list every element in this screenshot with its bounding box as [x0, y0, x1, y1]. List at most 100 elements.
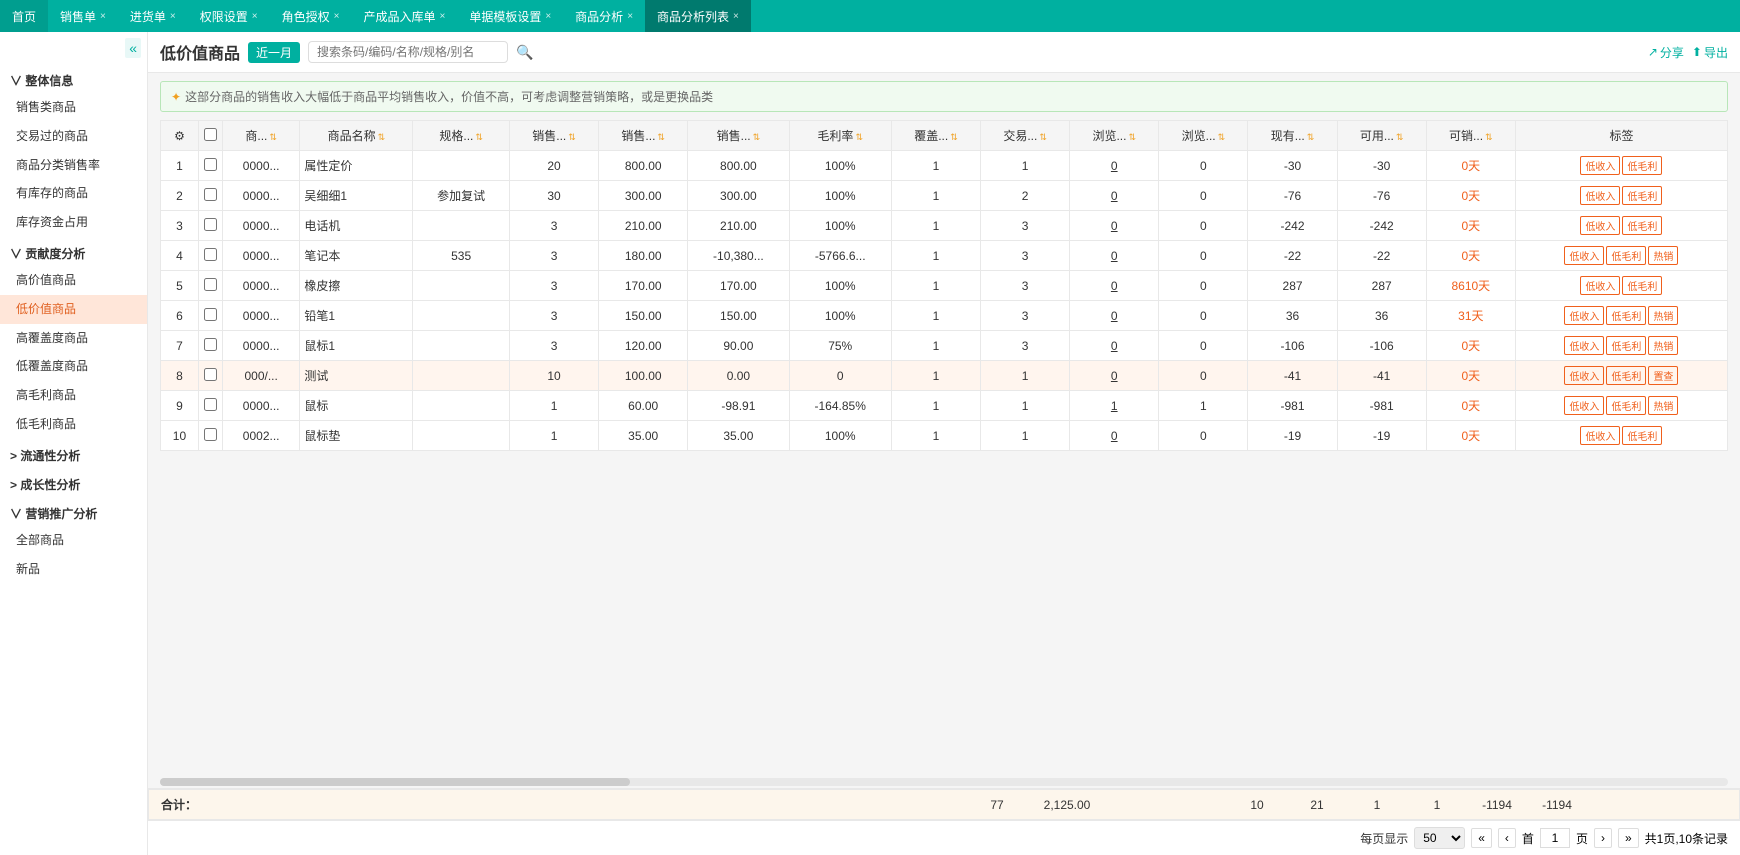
- row-checkbox[interactable]: [204, 218, 217, 231]
- export-btn[interactable]: ⬆ 导出: [1692, 44, 1728, 61]
- row-tags: 低收入低毛利: [1515, 211, 1727, 241]
- nav-item-商品分析列表[interactable]: 商品分析列表×: [645, 0, 751, 32]
- browse-link[interactable]: 0: [1111, 279, 1118, 293]
- row-col-9: 1: [891, 361, 980, 391]
- row-checkbox[interactable]: [204, 398, 217, 411]
- sidebar-item-高覆盖度商品[interactable]: 高覆盖度商品: [0, 324, 147, 353]
- row-checkbox[interactable]: [204, 158, 217, 171]
- sidebar-item-库存资金占用[interactable]: 库存资金占用: [0, 208, 147, 237]
- sidebar-item-交易过的商品[interactable]: 交易过的商品: [0, 122, 147, 151]
- browse-link[interactable]: 0: [1111, 369, 1118, 383]
- sidebar-group-1[interactable]: ∨ 贡献度分析: [0, 237, 147, 266]
- data-table-area[interactable]: ⚙商...⇅商品名称⇅规格...⇅销售...⇅销售...⇅销售...⇅毛利率⇅覆…: [148, 120, 1740, 776]
- date-filter-btn[interactable]: 近一月: [248, 42, 300, 63]
- browse-link[interactable]: 0: [1111, 219, 1118, 233]
- row-checkbox[interactable]: [204, 368, 217, 381]
- nav-item-角色授权[interactable]: 角色授权×: [270, 0, 352, 32]
- search-icon[interactable]: 🔍: [516, 44, 533, 61]
- row-col-11[interactable]: 0: [1070, 241, 1159, 271]
- col-header-7[interactable]: 销售...⇅: [688, 121, 789, 151]
- per-page-select[interactable]: 50 100 200: [1414, 827, 1465, 849]
- nav-item-单据模板设置[interactable]: 单据模板设置×: [457, 0, 563, 32]
- col-header-4[interactable]: 规格...⇅: [413, 121, 510, 151]
- row-col-11[interactable]: 1: [1070, 391, 1159, 421]
- search-input[interactable]: [308, 41, 508, 63]
- row-col-11[interactable]: 0: [1070, 181, 1159, 211]
- nav-close-icon[interactable]: ×: [170, 11, 176, 22]
- sidebar-item-低毛利商品[interactable]: 低毛利商品: [0, 410, 147, 439]
- sidebar-item-高毛利商品[interactable]: 高毛利商品: [0, 381, 147, 410]
- row-col-11[interactable]: 0: [1070, 211, 1159, 241]
- row-spec: [413, 271, 510, 301]
- sidebar-item-有库存的商品[interactable]: 有库存的商品: [0, 179, 147, 208]
- row-checkbox[interactable]: [204, 338, 217, 351]
- horizontal-scrollbar[interactable]: [148, 776, 1740, 788]
- row-checkbox[interactable]: [204, 188, 217, 201]
- sidebar-item-高价值商品[interactable]: 高价值商品: [0, 266, 147, 295]
- col-header-11[interactable]: 浏览...⇅: [1070, 121, 1159, 151]
- row-col-11[interactable]: 0: [1070, 361, 1159, 391]
- nav-item-销售单[interactable]: 销售单×: [48, 0, 118, 32]
- sidebar-group-3[interactable]: > 成长性分析: [0, 468, 147, 497]
- col-header-6[interactable]: 销售...⇅: [599, 121, 688, 151]
- col-header-3[interactable]: 商品名称⇅: [300, 121, 413, 151]
- col-header-15[interactable]: 可销...⇅: [1426, 121, 1515, 151]
- nav-item-权限设置[interactable]: 权限设置×: [188, 0, 270, 32]
- browse-link[interactable]: 0: [1111, 159, 1118, 173]
- sidebar-group-2[interactable]: > 流通性分析: [0, 439, 147, 468]
- sidebar-item-全部商品[interactable]: 全部商品: [0, 526, 147, 555]
- browse-link[interactable]: 0: [1111, 339, 1118, 353]
- browse-link[interactable]: 0: [1111, 249, 1118, 263]
- select-all-checkbox[interactable]: [204, 128, 217, 141]
- col-header-8[interactable]: 毛利率⇅: [789, 121, 891, 151]
- browse-link[interactable]: 0: [1111, 309, 1118, 323]
- row-tags: 低收入低毛利: [1515, 421, 1727, 451]
- col-header-5[interactable]: 销售...⇅: [509, 121, 598, 151]
- row-col-11[interactable]: 0: [1070, 271, 1159, 301]
- sidebar-group-0[interactable]: ∨ 整体信息: [0, 64, 147, 93]
- col-header-12[interactable]: 浏览...⇅: [1159, 121, 1248, 151]
- col-header-14[interactable]: 可用...⇅: [1337, 121, 1426, 151]
- page-number-input[interactable]: [1540, 828, 1570, 848]
- prev-page-btn[interactable]: ‹: [1498, 828, 1516, 848]
- sidebar-item-低价值商品[interactable]: 低价值商品: [0, 295, 147, 324]
- nav-close-icon[interactable]: ×: [627, 11, 633, 22]
- share-btn[interactable]: ↗ 分享: [1648, 44, 1684, 61]
- sidebar-item-销售类商品[interactable]: 销售类商品: [0, 93, 147, 122]
- nav-item-商品分析[interactable]: 商品分析×: [563, 0, 645, 32]
- sidebar-collapse-btn[interactable]: «: [125, 38, 141, 58]
- row-checkbox[interactable]: [204, 248, 217, 261]
- row-col-11[interactable]: 0: [1070, 301, 1159, 331]
- nav-item-产成品入库单[interactable]: 产成品入库单×: [351, 0, 457, 32]
- nav-close-icon[interactable]: ×: [733, 11, 739, 22]
- row-col-11[interactable]: 0: [1070, 331, 1159, 361]
- nav-close-icon[interactable]: ×: [334, 11, 340, 22]
- row-col-11[interactable]: 0: [1070, 151, 1159, 181]
- col-header-13[interactable]: 现有...⇅: [1248, 121, 1337, 151]
- col-header-2[interactable]: 商...⇅: [222, 121, 300, 151]
- col-header-9[interactable]: 覆盖...⇅: [891, 121, 980, 151]
- browse-link[interactable]: 0: [1111, 429, 1118, 443]
- col-header-10[interactable]: 交易...⇅: [981, 121, 1070, 151]
- last-page-btn[interactable]: »: [1618, 828, 1639, 848]
- sidebar-group-4[interactable]: ∨ 营销推广分析: [0, 497, 147, 526]
- sidebar-item-商品分类销售率[interactable]: 商品分类销售率: [0, 151, 147, 180]
- first-page-btn[interactable]: «: [1471, 828, 1492, 848]
- next-page-btn[interactable]: ›: [1594, 828, 1612, 848]
- row-checkbox[interactable]: [204, 428, 217, 441]
- nav-close-icon[interactable]: ×: [439, 11, 445, 22]
- nav-close-icon[interactable]: ×: [545, 11, 551, 22]
- row-checkbox[interactable]: [204, 308, 217, 321]
- row-checkbox[interactable]: [204, 278, 217, 291]
- nav-close-icon[interactable]: ×: [100, 11, 106, 22]
- browse-link[interactable]: 0: [1111, 189, 1118, 203]
- row-days: 0天: [1426, 421, 1515, 451]
- sidebar-item-低覆盖度商品[interactable]: 低覆盖度商品: [0, 352, 147, 381]
- nav-close-icon[interactable]: ×: [252, 11, 258, 22]
- nav-item-首页[interactable]: 首页: [0, 0, 48, 32]
- row-col-11[interactable]: 0: [1070, 421, 1159, 451]
- tag-低收入: 低收入: [1564, 246, 1604, 265]
- browse-link[interactable]: 1: [1111, 399, 1118, 413]
- sidebar-item-新品[interactable]: 新品: [0, 555, 147, 584]
- nav-item-进货单[interactable]: 进货单×: [118, 0, 188, 32]
